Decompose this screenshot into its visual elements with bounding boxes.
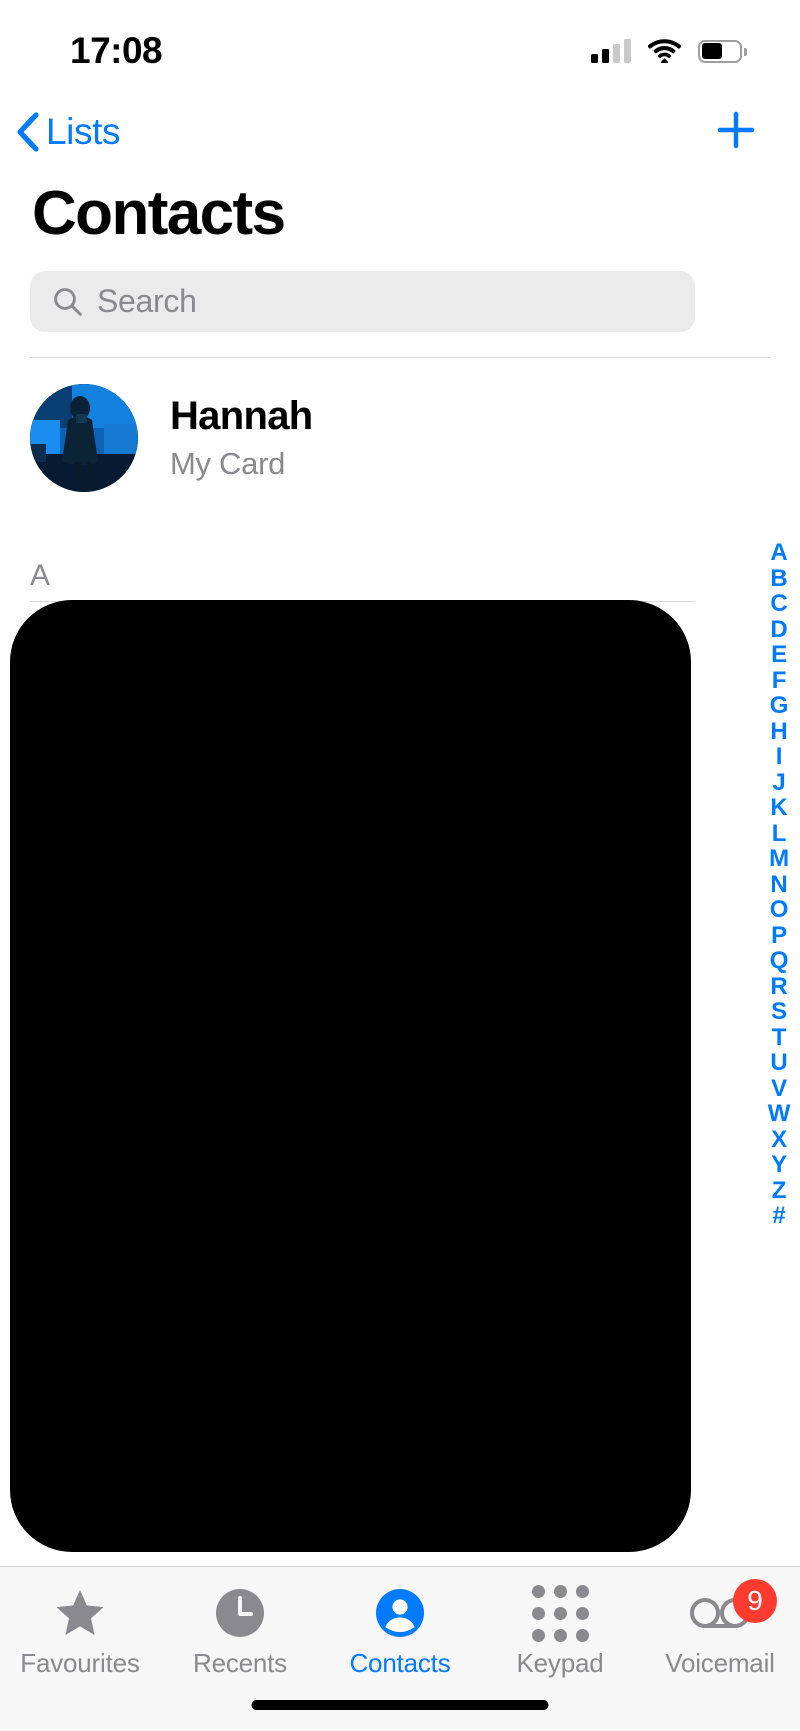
index-letter[interactable]: # <box>772 1203 785 1229</box>
my-card-row[interactable]: Hannah My Card <box>30 374 670 502</box>
index-letter[interactable]: M <box>769 846 789 872</box>
status-bar-indicators <box>591 39 747 63</box>
index-letter[interactable]: S <box>771 999 787 1025</box>
star-icon <box>54 1587 106 1639</box>
voicemail-icon: 9 <box>689 1579 777 1639</box>
back-button-lists[interactable]: Lists <box>14 111 120 153</box>
index-letter[interactable]: U <box>770 1050 787 1076</box>
phone-screen: 17:08 Lists Contacts Search Hannah My Ca… <box>0 0 800 1731</box>
index-letter[interactable]: C <box>770 591 787 617</box>
index-letter[interactable]: G <box>770 693 789 719</box>
voicemail-badge: 9 <box>733 1579 777 1623</box>
clock-icon <box>214 1587 266 1639</box>
index-letter[interactable]: K <box>770 795 787 821</box>
chevron-left-icon <box>14 112 40 152</box>
index-letter[interactable]: X <box>771 1126 787 1153</box>
index-letter[interactable]: W <box>768 1101 791 1127</box>
tab-label-recents: Recents <box>193 1648 287 1678</box>
section-header-a: A <box>30 559 51 592</box>
index-letter[interactable]: E <box>771 642 787 668</box>
index-letter[interactable]: Z <box>772 1177 787 1204</box>
person-circle-icon <box>374 1587 426 1639</box>
alphabet-index[interactable]: A B C D E F G H I J K L M N O P Q R S T U V W X Y Z # <box>758 540 800 1229</box>
my-card-subtitle: My Card <box>170 446 286 481</box>
index-letter[interactable]: B <box>770 565 787 592</box>
home-indicator <box>251 1700 549 1710</box>
tab-label-voicemail: Voicemail <box>665 1648 775 1678</box>
tab-recents[interactable]: Recents <box>160 1587 320 1679</box>
navigation-bar: Lists <box>0 92 800 172</box>
index-letter[interactable]: P <box>771 922 787 949</box>
avatar <box>30 384 138 492</box>
status-bar: 17:08 <box>0 0 800 92</box>
index-letter[interactable]: T <box>772 1024 787 1051</box>
status-bar-time: 17:08 <box>70 30 163 71</box>
keypad-grid-icon <box>531 1584 589 1642</box>
index-letter[interactable]: R <box>770 973 787 1000</box>
index-letter[interactable]: Q <box>770 948 789 974</box>
index-letter[interactable]: V <box>771 1075 787 1102</box>
battery-icon <box>698 39 747 63</box>
my-card-name: Hannah <box>170 394 313 438</box>
index-letter[interactable]: I <box>776 744 783 770</box>
tab-keypad[interactable]: Keypad <box>480 1584 640 1679</box>
search-icon <box>52 286 83 317</box>
tab-favourites[interactable]: Favourites <box>0 1587 160 1679</box>
divider-top <box>30 357 770 358</box>
add-contact-button[interactable] <box>708 104 764 160</box>
search-field[interactable]: Search <box>30 271 695 332</box>
index-letter[interactable]: O <box>770 897 789 923</box>
index-letter[interactable]: J <box>772 769 785 796</box>
cellular-bars-icon <box>591 39 631 63</box>
index-letter[interactable]: F <box>772 667 787 694</box>
my-card-text: Hannah My Card <box>170 394 313 482</box>
plus-icon <box>712 106 760 159</box>
page-title: Contacts <box>32 179 286 248</box>
index-letter[interactable]: L <box>772 820 787 847</box>
index-letter[interactable]: Y <box>771 1152 787 1178</box>
redacted-contact-list <box>10 600 691 1552</box>
back-button-label: Lists <box>46 111 121 152</box>
index-letter[interactable]: N <box>770 871 787 898</box>
tab-contacts[interactable]: Contacts <box>320 1587 480 1679</box>
index-letter[interactable]: A <box>770 540 787 566</box>
tab-label-favourites: Favourites <box>20 1648 140 1678</box>
tab-label-contacts: Contacts <box>349 1648 451 1678</box>
tab-voicemail[interactable]: 9 Voicemail <box>640 1579 800 1679</box>
tab-label-keypad: Keypad <box>516 1648 604 1678</box>
wifi-icon <box>647 39 682 63</box>
index-letter[interactable]: D <box>770 616 787 643</box>
search-input-placeholder: Search <box>97 283 197 319</box>
index-letter[interactable]: H <box>770 718 787 745</box>
